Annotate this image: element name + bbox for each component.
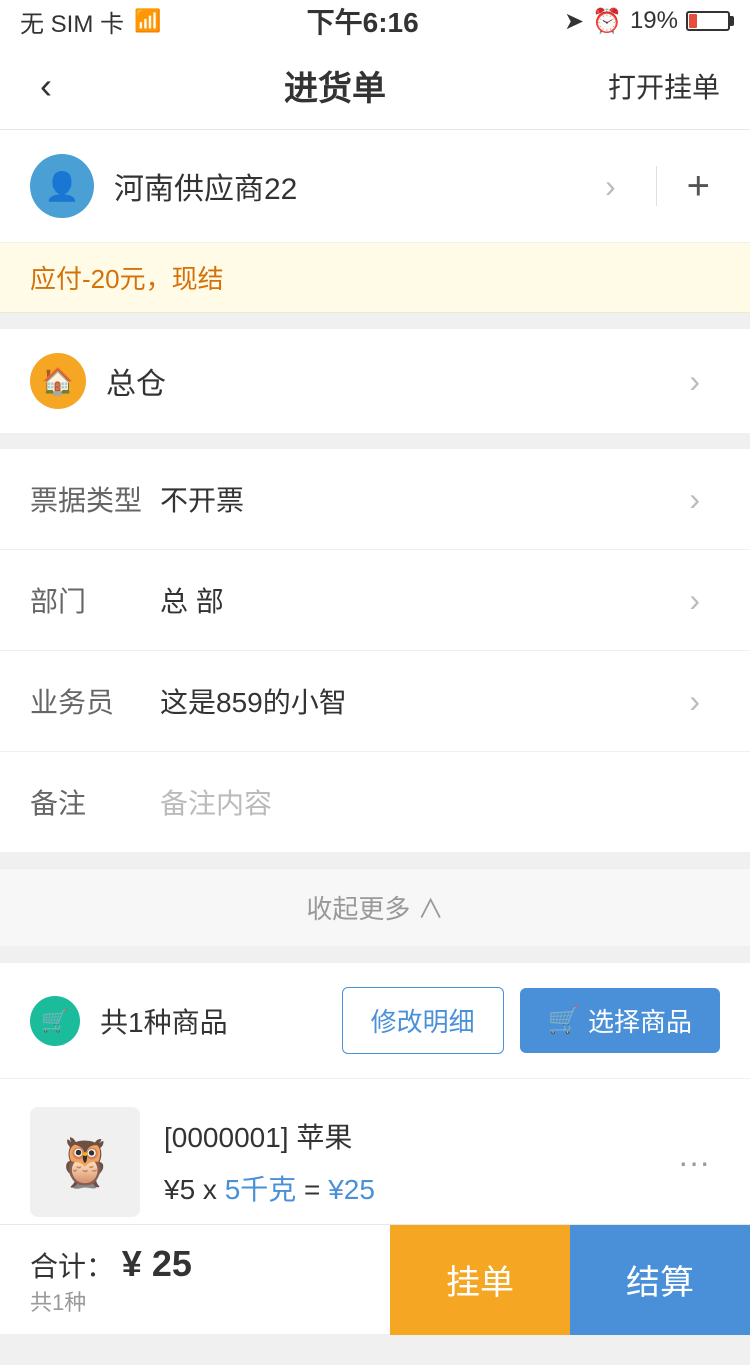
nav-bar: ‹ 进货单 打开挂单 (0, 42, 750, 130)
supplier-avatar: 👤 (30, 154, 94, 218)
products-header: 🛒 共1种商品 修改明细 🛒 选择商品 (0, 963, 750, 1079)
equals: = (296, 1174, 328, 1205)
salesperson-chevron-icon: › (689, 683, 700, 720)
product-item: 🦉 [0000001] 苹果 ¥5 x 5千克 = ¥25 ··· (0, 1079, 750, 1245)
salesperson-value: 这是859的小智 (160, 681, 689, 721)
invoice-value: 不开票 (160, 479, 689, 519)
form-section: 票据类型 不开票 › 部门 总 部 › 业务员 这是859的小智 › 备注 备注… (0, 449, 750, 852)
department-value: 总 部 (160, 580, 689, 620)
quantity: 5千克 (225, 1174, 297, 1205)
supplier-name: 河南供应商22 (114, 164, 605, 208)
total-price: ¥25 (328, 1174, 375, 1205)
salesperson-label: 业务员 (30, 681, 160, 721)
home-icon: 🏠 (42, 366, 74, 397)
battery-icon (686, 11, 730, 31)
location-icon: ➤ (564, 7, 584, 36)
status-time: 下午6:16 (307, 1, 419, 41)
product-price: ¥5 x 5千克 = ¥25 (164, 1168, 668, 1208)
bottom-bar: 合计： ¥ 25 共1种 挂单 结算 (0, 1224, 750, 1334)
unit-price: ¥5 x (164, 1174, 225, 1205)
product-name: [0000001] 苹果 (164, 1116, 668, 1156)
collapse-label: 收起更多 ∧ (306, 894, 443, 924)
product-info: [0000001] 苹果 ¥5 x 5千克 = ¥25 (164, 1116, 668, 1208)
collapse-row[interactable]: 收起更多 ∧ (0, 868, 750, 947)
battery-percent: 19% (630, 7, 678, 35)
status-left: 无 SIM 卡 📶 (20, 4, 161, 39)
department-label: 部门 (30, 580, 160, 620)
total-sub: 共1种 (30, 1285, 360, 1317)
warning-text: 应付-20元，现结 (30, 264, 224, 294)
warehouse-row[interactable]: 🏠 总仓 › (0, 329, 750, 433)
select-product-button[interactable]: 🛒 选择商品 (520, 988, 720, 1053)
invoice-chevron-icon: › (689, 481, 700, 518)
total-main: 合计： ¥ 25 (30, 1243, 360, 1285)
wifi-icon: 📶 (134, 8, 161, 34)
remark-label: 备注 (30, 782, 160, 822)
department-row[interactable]: 部门 总 部 › (0, 550, 750, 651)
warning-bar: 应付-20元，现结 (0, 243, 750, 313)
warehouse-icon: 🏠 (30, 353, 86, 409)
total-amount: ¥ 25 (122, 1243, 192, 1284)
alarm-icon: ⏰ (592, 7, 622, 36)
product-thumbnail: 🦉 (30, 1107, 140, 1217)
back-button[interactable]: ‹ (30, 55, 62, 117)
divider (656, 166, 657, 206)
owl-icon: 🦉 (55, 1134, 115, 1191)
add-button[interactable]: + (677, 164, 720, 209)
status-right: ➤ ⏰ 19% (564, 7, 730, 36)
department-chevron-icon: › (689, 582, 700, 619)
supplier-chevron-icon: › (605, 168, 616, 205)
carrier-text: 无 SIM 卡 (20, 4, 124, 39)
page-title: 进货单 (284, 61, 386, 110)
hang-button[interactable]: 挂单 (390, 1225, 570, 1335)
supplier-section: 👤 河南供应商22 › + 应付-20元，现结 (0, 130, 750, 313)
products-section: 🛒 共1种商品 修改明细 🛒 选择商品 🦉 [0000001] 苹果 ¥5 x … (0, 963, 750, 1245)
product-code: [0000001] (164, 1122, 296, 1153)
products-icon: 🛒 (30, 996, 80, 1046)
select-label: 选择商品 (588, 1002, 692, 1039)
edit-detail-button[interactable]: 修改明细 (342, 987, 504, 1054)
status-bar: 无 SIM 卡 📶 下午6:16 ➤ ⏰ 19% (0, 0, 750, 42)
open-hang-button[interactable]: 打开挂单 (608, 66, 720, 106)
salesperson-row[interactable]: 业务员 这是859的小智 › (0, 651, 750, 752)
avatar-icon: 👤 (45, 170, 80, 203)
warehouse-section: 🏠 总仓 › (0, 329, 750, 433)
remark-row[interactable]: 备注 备注内容 (0, 752, 750, 852)
remark-input[interactable]: 备注内容 (160, 782, 720, 822)
invoice-row[interactable]: 票据类型 不开票 › (0, 449, 750, 550)
total-label: 合计： (30, 1251, 114, 1282)
product-title: 苹果 (296, 1122, 352, 1153)
cart-icon: 🛒 (41, 1008, 68, 1034)
bottom-total: 合计： ¥ 25 共1种 (0, 1243, 390, 1317)
warehouse-chevron-icon: › (689, 363, 700, 400)
settle-button[interactable]: 结算 (570, 1225, 750, 1335)
content-area: 👤 河南供应商22 › + 应付-20元，现结 🏠 总仓 › 票据类型 不开票 … (0, 130, 750, 1365)
product-more-button[interactable]: ··· (668, 1134, 720, 1191)
warehouse-name: 总仓 (106, 359, 689, 403)
supplier-row[interactable]: 👤 河南供应商22 › + (0, 130, 750, 243)
invoice-label: 票据类型 (30, 479, 160, 519)
products-count: 共1种商品 (100, 1001, 342, 1041)
select-icon: 🛒 (548, 1005, 580, 1036)
